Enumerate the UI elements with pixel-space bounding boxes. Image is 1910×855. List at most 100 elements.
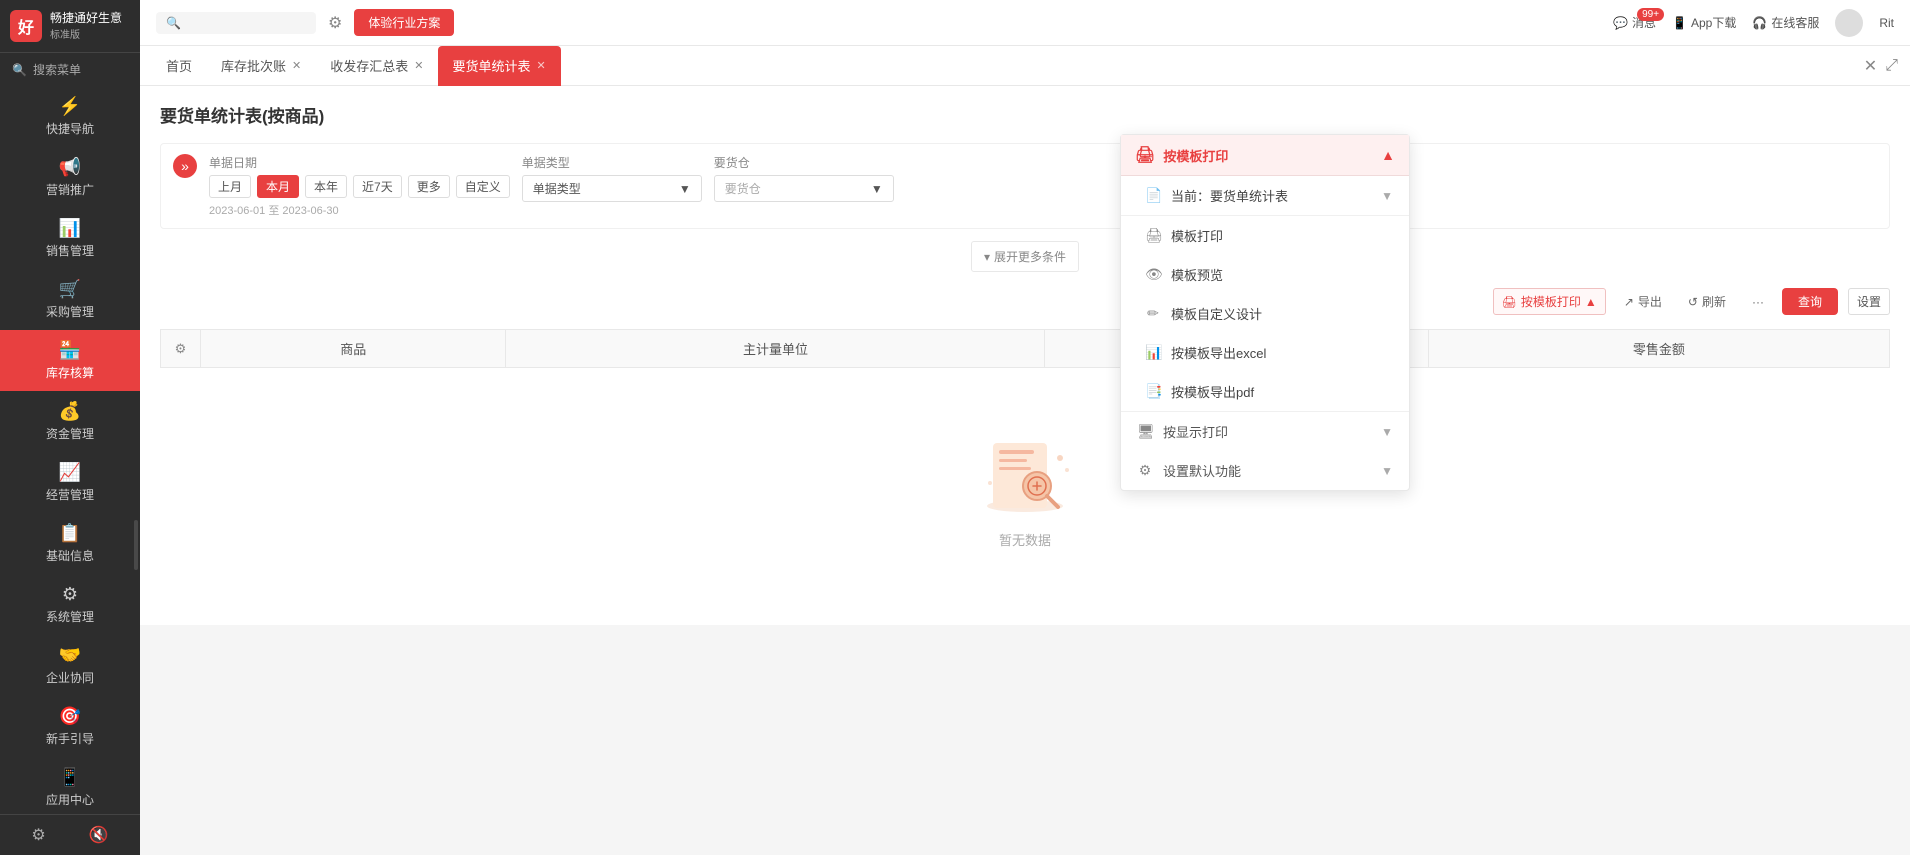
sidebar-item-collab[interactable]: 🤝 企业协同	[0, 635, 140, 696]
topbar-search[interactable]: 🔍	[156, 12, 316, 34]
expand-filter-button[interactable]: ▾ 展开更多条件	[971, 241, 1079, 272]
filter-bar: » 单据日期 上月 本月 本年 近7天 更多 自定义 2023-06-01 至 …	[160, 143, 1890, 229]
date-btn-more[interactable]: 更多	[408, 175, 450, 198]
template-print-item[interactable]: 🖨 模板打印	[1121, 216, 1409, 255]
sidebar-item-operations[interactable]: 📈 经营管理	[0, 452, 140, 513]
tab-close-inventory-batch[interactable]: ✕	[292, 59, 301, 72]
app-download-button[interactable]: 📱 App下载	[1672, 14, 1736, 31]
page-title: 要货单统计表(按商品)	[160, 102, 1890, 127]
mute-icon[interactable]: 🔇	[89, 825, 109, 845]
purchase-icon: 🛒	[59, 279, 81, 300]
empty-state-illustration	[975, 428, 1075, 518]
refresh-button[interactable]: ↺ 刷新	[1680, 289, 1734, 314]
printer-header-icon: 🖨	[1135, 145, 1155, 165]
avatar[interactable]	[1835, 9, 1863, 37]
template-design-item[interactable]: ✏ 模板自定义设计	[1121, 294, 1409, 333]
online-service-button[interactable]: 🎧 在线客服	[1752, 14, 1819, 31]
display-print-icon: 🖥	[1137, 423, 1153, 440]
topbar-right: 💬 消息 99+ 📱 App下载 🎧 在线客服 Rit	[1613, 9, 1894, 37]
sidebar-item-finance[interactable]: 💰 资金管理	[0, 391, 140, 452]
marketing-icon: 📢	[59, 157, 81, 178]
tabs-window-controls: ✕ ⤢	[1864, 56, 1898, 76]
doctype-filter-group: 单据类型 单据类型 ▼	[522, 154, 702, 202]
sidebar-item-guide[interactable]: 🎯 新手引导	[0, 696, 140, 757]
inventory-icon: 🏪	[59, 340, 81, 361]
print-chevron-up-icon: ▲	[1585, 295, 1597, 309]
sidebar-footer: ⚙ 🔇	[0, 814, 140, 855]
doctype-filter-label: 单据类型	[522, 154, 702, 171]
print-dropdown-menu: 🖨 按模板打印 ▲ 📄 当前：要货单统计表 ▼ 🖨 模板打印 👁 模板预览 ✏ …	[1120, 134, 1410, 491]
refresh-icon: ↺	[1688, 295, 1698, 309]
close-window-icon[interactable]: ✕	[1864, 56, 1877, 76]
template-preview-item[interactable]: 👁 模板预览	[1121, 255, 1409, 294]
table-column-settings-icon[interactable]: ⚙	[175, 341, 187, 356]
sidebar-item-quicknav[interactable]: ⚡ 快捷导航	[0, 86, 140, 147]
sidebar-item-sales[interactable]: 📊 销售管理	[0, 208, 140, 269]
print-dropdown-button[interactable]: 🖨 按模板打印 ▲	[1493, 288, 1606, 315]
tab-order-stats[interactable]: 要货单统计表 ✕	[438, 46, 560, 86]
expand-icon: ▾	[984, 250, 990, 264]
logo-icon: 好	[10, 10, 42, 42]
doctype-chevron-icon: ▼	[679, 182, 691, 196]
warehouse-select[interactable]: 要货仓 ▼	[714, 175, 894, 202]
settings-button[interactable]: 设置	[1848, 288, 1890, 315]
app-logo: 好 畅捷通好生意 标准版	[0, 0, 140, 53]
export-button[interactable]: ↗ 导出	[1616, 289, 1670, 314]
sidebar-search[interactable]: 🔍 搜索菜单	[0, 53, 140, 86]
template-export-pdf-item[interactable]: 📑 按模板导出pdf	[1121, 372, 1409, 411]
tab-stock-summary[interactable]: 收发存汇总表 ✕	[316, 46, 438, 86]
col-header-goods: 商品	[201, 330, 506, 368]
more-button[interactable]: ···	[1744, 291, 1772, 313]
trial-button[interactable]: 体验行业方案	[354, 9, 454, 36]
sidebar-item-purchase[interactable]: 🛒 采购管理	[0, 269, 140, 330]
quicknav-icon: ⚡	[59, 96, 81, 117]
tab-close-stock-summary[interactable]: ✕	[414, 59, 423, 72]
maximize-window-icon[interactable]: ⤢	[1885, 57, 1898, 75]
tab-close-order-stats[interactable]: ✕	[537, 59, 546, 72]
date-btn-custom[interactable]: 自定义	[456, 175, 510, 198]
sidebar-item-marketing[interactable]: 📢 营销推广	[0, 147, 140, 208]
sidebar-item-appcenter[interactable]: 📱 应用中心	[0, 757, 140, 814]
topbar-search-icon: 🔍	[166, 16, 181, 30]
doctype-select[interactable]: 单据类型 ▼	[522, 175, 702, 202]
warehouse-filter-group: 要货仓 要货仓 ▼	[714, 154, 894, 202]
sidebar-item-system[interactable]: ⚙ 系统管理	[0, 574, 140, 635]
date-btn-7days[interactable]: 近7天	[353, 175, 402, 198]
headset-icon: 🎧	[1752, 16, 1767, 30]
app-edition: 标准版	[50, 26, 122, 41]
collab-icon: 🤝	[59, 645, 81, 666]
tab-inventory-batch[interactable]: 库存批次账 ✕	[207, 46, 316, 86]
page-content: 要货单统计表(按商品) » 单据日期 上月 本月 本年 近7天 更多 自定义 2…	[140, 86, 1910, 855]
tabs-bar: 首页 库存批次账 ✕ 收发存汇总表 ✕ 要货单统计表 ✕ ✕ ⤢	[140, 46, 1910, 86]
basics-icon: 📋	[59, 523, 81, 544]
print-dropdown-header[interactable]: 🖨 按模板打印 ▲	[1121, 135, 1409, 176]
sidebar-nav: ⚡ 快捷导航 📢 营销推广 📊 销售管理 🛒 采购管理 🏪 库存核算 💰 资金管…	[0, 86, 140, 814]
report-wrapper: 要货单统计表(按商品) » 单据日期 上月 本月 本年 近7天 更多 自定义 2…	[140, 86, 1910, 625]
message-button[interactable]: 💬 消息 99+	[1613, 14, 1656, 31]
sidebar: 好 畅捷通好生意 标准版 🔍 搜索菜单 ⚡ 快捷导航 📢 营销推广 📊 销售管理…	[0, 0, 140, 855]
excel-export-icon: 📊	[1145, 344, 1161, 361]
tab-home[interactable]: 首页	[152, 46, 207, 86]
sales-icon: 📊	[59, 218, 81, 239]
sidebar-item-basics[interactable]: 📋 基础信息	[0, 513, 140, 574]
date-btn-this-year[interactable]: 本年	[305, 175, 347, 198]
date-filter-row: 上月 本月 本年 近7天 更多 自定义	[209, 175, 510, 198]
date-btn-this-month[interactable]: 本月	[257, 175, 299, 198]
current-template-item[interactable]: 📄 当前：要货单统计表 ▼	[1121, 176, 1409, 215]
template-export-excel-item[interactable]: 📊 按模板导出excel	[1121, 333, 1409, 372]
message-badge: 99+	[1637, 8, 1664, 21]
date-btn-last-month[interactable]: 上月	[209, 175, 251, 198]
warehouse-filter-label: 要货仓	[714, 154, 894, 171]
sidebar-item-inventory[interactable]: 🏪 库存核算	[0, 330, 140, 391]
settings-footer-icon[interactable]: ⚙	[31, 825, 45, 845]
appcenter-icon: 📱	[59, 767, 81, 788]
sidebar-scrollbar	[134, 520, 138, 570]
app-name: 畅捷通好生意	[50, 11, 122, 27]
set-default-item[interactable]: ⚙ 设置默认功能 ▼	[1121, 451, 1409, 490]
query-button[interactable]: 查询	[1782, 288, 1838, 315]
message-icon: 💬	[1613, 16, 1628, 30]
filter-toggle-button[interactable]: »	[173, 154, 197, 178]
system-icon: ⚙	[62, 584, 78, 605]
display-print-item[interactable]: 🖥 按显示打印 ▼	[1121, 412, 1409, 451]
topbar-gear-icon[interactable]: ⚙	[328, 13, 342, 33]
